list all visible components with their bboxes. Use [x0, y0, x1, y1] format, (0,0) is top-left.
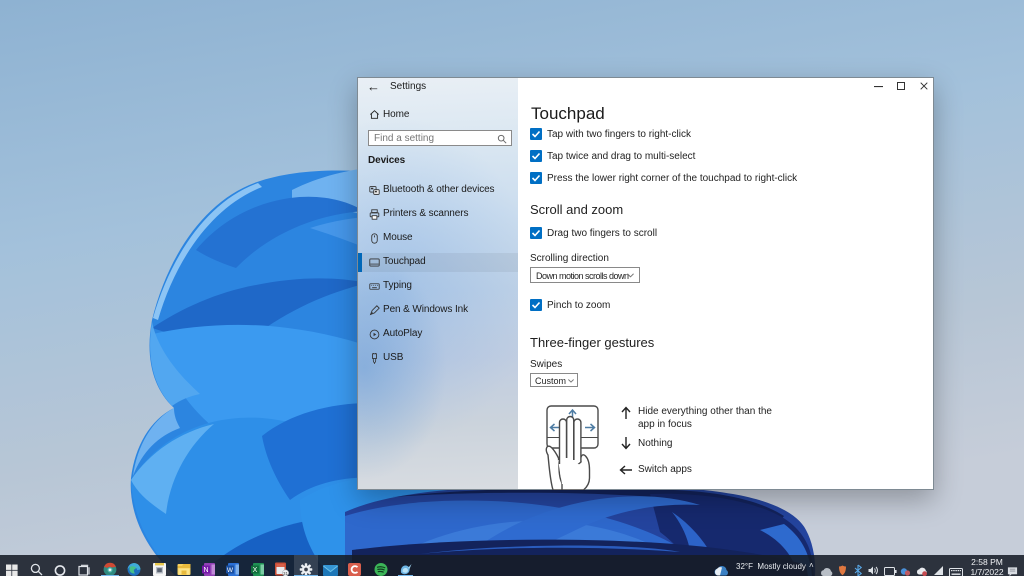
svg-text:N: N — [203, 567, 208, 574]
svg-text:31: 31 — [283, 571, 289, 576]
svg-text:X: X — [252, 567, 257, 574]
svg-text:W: W — [227, 567, 234, 574]
